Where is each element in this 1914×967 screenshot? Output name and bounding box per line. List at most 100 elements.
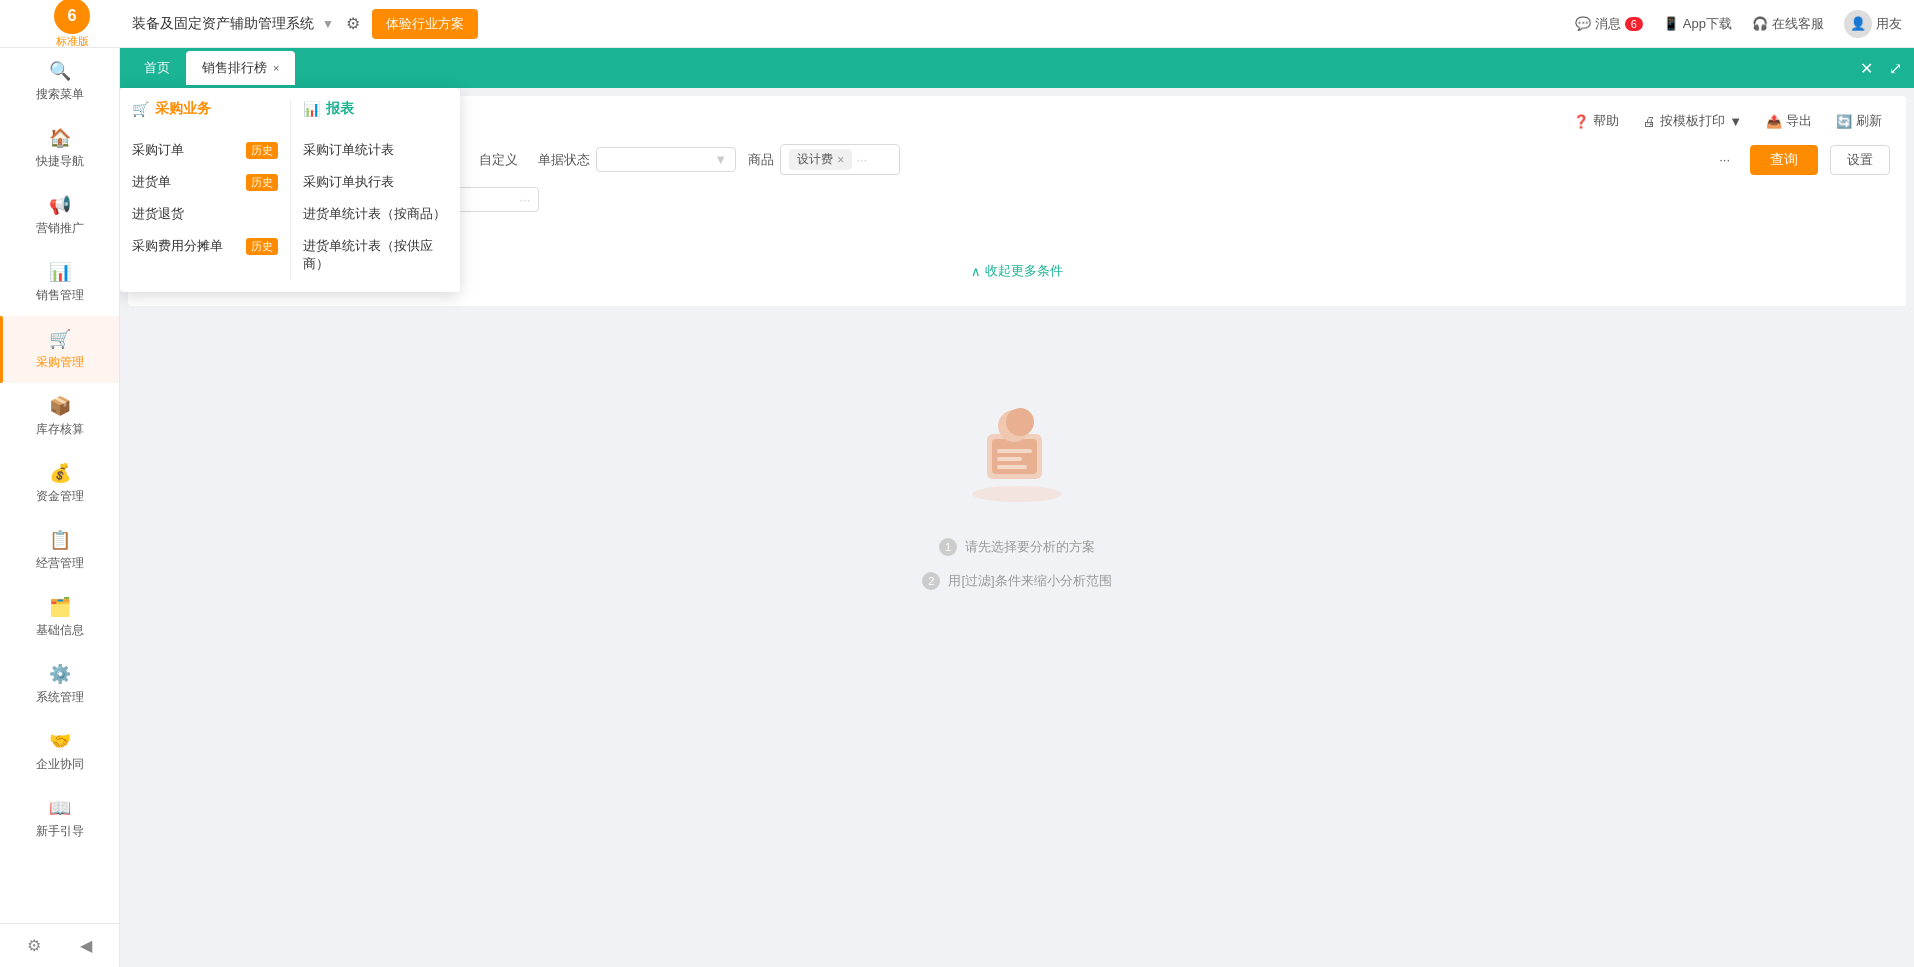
sidebar-item-label: 系统管理 (36, 689, 84, 706)
industry-btn[interactable]: 体验行业方案 (372, 9, 478, 39)
settings-icon-btn[interactable]: ⚙ (342, 10, 364, 37)
help-label: 帮助 (1593, 112, 1619, 130)
sidebar-item-label: 库存核算 (36, 421, 84, 438)
empty-step-1: 1 请先选择要分析的方案 (939, 534, 1095, 560)
sidebar-settings-btn[interactable]: ⚙ (27, 936, 41, 955)
sidebar-bottom: ⚙ ◀ (0, 923, 119, 967)
print-dropdown-icon: ▼ (1729, 114, 1742, 129)
incoming-stats-supplier-label: 进货单统计表（按供应商） (303, 237, 449, 273)
sidebar-item-guide[interactable]: 📖 新手引导 (0, 785, 119, 852)
dropdown-item-incoming-stats-goods[interactable]: 进货单统计表（按商品） (303, 198, 449, 230)
goods-ellipsis[interactable]: ··· (856, 152, 867, 167)
sidebar-item-enterprise[interactable]: 🤝 企业协同 (0, 718, 119, 785)
dropdown-col-right: 📊 报表 采购订单统计表 采购订单执行表 进货单统计表（按商品） 进货单统计表（… (290, 100, 461, 280)
sidebar-collapse-btn[interactable]: ◀ (80, 936, 92, 955)
tab-close-all-btn[interactable]: ✕ (1856, 55, 1877, 82)
svg-point-2 (972, 486, 1062, 502)
content-area: 首页 销售排行榜 × ✕ ⤢ ❓ 帮助 (120, 48, 1914, 967)
svg-point-6 (1006, 408, 1034, 436)
top-header: 6 标准版 装备及固定资产辅助管理系统 ▼ ⚙ 体验行业方案 💬 消息 6 📱 … (0, 0, 1914, 48)
dropdown-item-order-exec[interactable]: 采购订单执行表 (303, 166, 449, 198)
help-btn[interactable]: ❓ 帮助 (1565, 108, 1627, 134)
filter-settings-btn[interactable]: 设置 (1830, 145, 1890, 175)
system-dropdown-arrow[interactable]: ▼ (322, 17, 334, 31)
dropdown-right-title: 📊 报表 (303, 100, 449, 124)
expense-label: 采购费用分摊单 (132, 237, 223, 255)
enterprise-icon: 🤝 (49, 730, 71, 752)
svg-rect-9 (997, 465, 1027, 469)
sales-icon: 📊 (49, 261, 71, 283)
return-label: 进货退货 (132, 205, 184, 223)
tab-home[interactable]: 首页 (128, 51, 186, 85)
export-btn[interactable]: 📤 导出 (1758, 108, 1820, 134)
sidebar-item-search[interactable]: 🔍 搜索菜单 (0, 48, 119, 115)
inventory-icon: 📦 (49, 395, 71, 417)
sidebar-item-operations[interactable]: 📋 经营管理 (0, 517, 119, 584)
goods-label: 商品 (748, 151, 774, 169)
dropdown-col-left: 🛒 采购业务 采购订单 历史 进货单 历史 进货退货 (120, 100, 290, 280)
collapse-label: 收起更多条件 (985, 262, 1063, 280)
sidebar-item-finance[interactable]: 💰 资金管理 (0, 450, 119, 517)
tab-bar: 首页 销售排行榜 × ✕ ⤢ (120, 48, 1914, 88)
query-btn[interactable]: 查询 (1750, 145, 1818, 175)
sidebar-item-quick-nav[interactable]: 🏠 快捷导航 (0, 115, 119, 182)
user-area[interactable]: 👤 用友 (1844, 10, 1902, 38)
app-download-label: App下载 (1683, 15, 1732, 33)
order-exec-label: 采购订单执行表 (303, 173, 394, 191)
expense-history-badge: 历史 (246, 238, 278, 255)
messages-btn[interactable]: 💬 消息 6 (1575, 15, 1643, 33)
purchase-order-label: 采购订单 (132, 141, 184, 159)
sidebar-item-basic-info[interactable]: 🗂️ 基础信息 (0, 584, 119, 651)
report-label: 报表 (326, 100, 354, 118)
sidebar-item-label: 资金管理 (36, 488, 84, 505)
user-avatar: 👤 (1844, 10, 1872, 38)
dropdown-item-return[interactable]: 进货退货 (132, 198, 278, 230)
query-actions-ellipsis[interactable]: ··· (1711, 148, 1738, 171)
svg-rect-7 (997, 449, 1032, 453)
tab-expand-btn[interactable]: ⤢ (1885, 55, 1906, 82)
tab-bar-right: ✕ ⤢ (1856, 55, 1906, 82)
sidebar-item-system[interactable]: ⚙️ 系统管理 (0, 651, 119, 718)
dropdown-left-title: 🛒 采购业务 (132, 100, 278, 124)
sidebar-item-label: 销售管理 (36, 287, 84, 304)
sidebar-item-sales[interactable]: 📊 销售管理 (0, 249, 119, 316)
purchase-biz-label: 采购业务 (155, 100, 211, 118)
operations-icon: 📋 (49, 529, 71, 551)
online-service-btn[interactable]: 🎧 在线客服 (1752, 15, 1824, 33)
refresh-icon: 🔄 (1836, 114, 1852, 129)
finance-icon: 💰 (49, 462, 71, 484)
sidebar-item-purchase[interactable]: 🛒 采购管理 (0, 316, 119, 383)
empty-step1-text: 请先选择要分析的方案 (965, 534, 1095, 560)
sidebar-item-inventory[interactable]: 📦 库存核算 (0, 383, 119, 450)
dropdown-item-incoming[interactable]: 进货单 历史 (132, 166, 278, 198)
user-label: 用友 (1876, 15, 1902, 33)
order-stats-label: 采购订单统计表 (303, 141, 394, 159)
basic-info-icon: 🗂️ (49, 596, 71, 618)
refresh-btn[interactable]: 🔄 刷新 (1828, 108, 1890, 134)
print-btn[interactable]: 🖨 按模板打印 ▼ (1635, 108, 1750, 134)
marketing-icon: 📢 (49, 194, 71, 216)
goods-input[interactable]: 设计费 × ··· (780, 144, 900, 175)
phone-icon: 📱 (1663, 16, 1679, 31)
tab-close-btn[interactable]: × (273, 62, 279, 74)
dropdown-item-incoming-stats-supplier[interactable]: 进货单统计表（按供应商） (303, 230, 449, 280)
app-download-btn[interactable]: 📱 App下载 (1663, 15, 1732, 33)
help-icon: ❓ (1573, 114, 1589, 129)
goods-tag-close[interactable]: × (837, 153, 844, 167)
messages-label: 消息 (1595, 15, 1621, 33)
tab-sales-ranking[interactable]: 销售排行榜 × (186, 51, 295, 85)
document-status-input[interactable]: ▼ (596, 147, 736, 172)
dropdown-item-order-stats[interactable]: 采购订单统计表 (303, 134, 449, 166)
date-custom-btn[interactable]: 自定义 (471, 147, 526, 173)
dropdown-item-purchase-order[interactable]: 采购订单 历史 (132, 134, 278, 166)
sidebar-item-marketing[interactable]: 📢 营销推广 (0, 182, 119, 249)
export-label: 导出 (1786, 112, 1812, 130)
dropdown-item-expense[interactable]: 采购费用分摊单 历史 (132, 230, 278, 262)
message-icon: 💬 (1575, 16, 1591, 31)
salesperson-ellipsis[interactable]: ··· (519, 192, 530, 207)
home-icon: 🏠 (49, 127, 71, 149)
purchase-biz-icon: 🛒 (132, 101, 149, 117)
tab-sales-ranking-label: 销售排行榜 (202, 59, 267, 77)
collapse-btn[interactable]: ∧ 收起更多条件 (967, 258, 1067, 284)
sidebar-item-label: 搜索菜单 (36, 86, 84, 103)
